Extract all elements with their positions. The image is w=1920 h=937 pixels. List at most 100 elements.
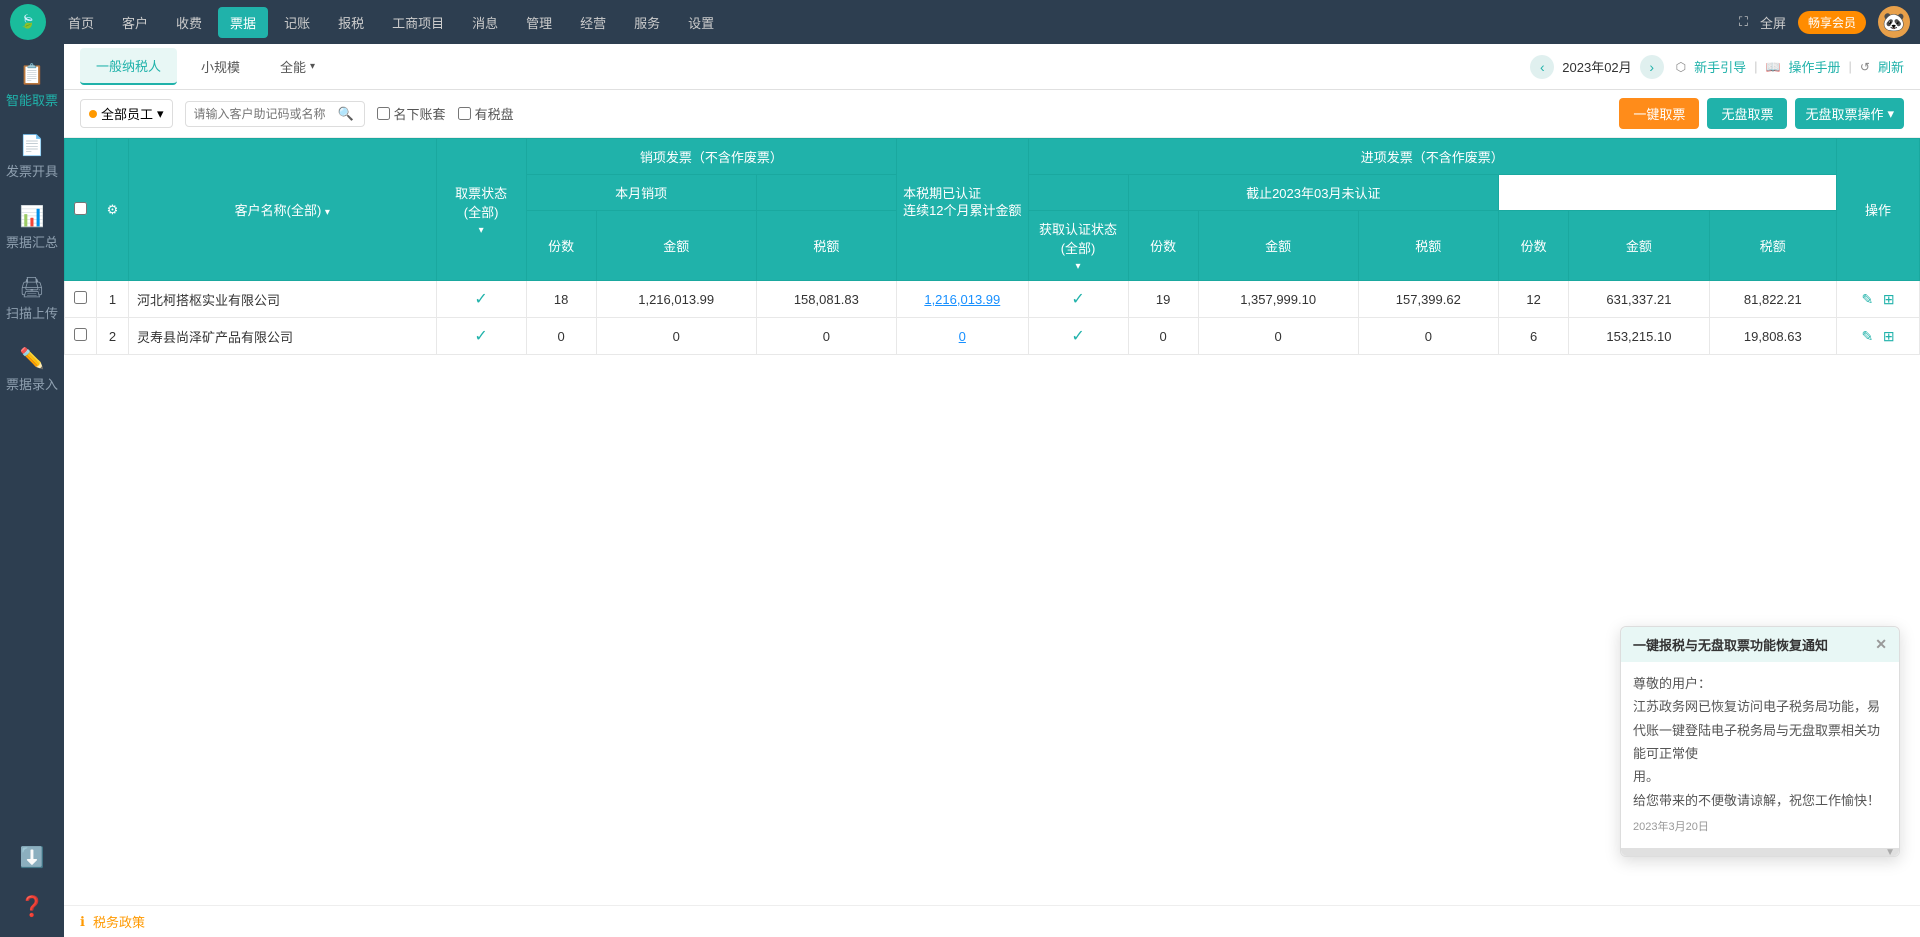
notification-line2: 江苏政务网已恢复访问电子税务局功能，易代账一键登陆电子税务局与无盘取票相关功能可… [1633, 695, 1887, 765]
col-company-header: 客户名称(全部) ▾ [129, 139, 437, 281]
notification-scrollbar[interactable]: ▼ [1621, 848, 1899, 856]
data-entry-icon: ✏️ [20, 346, 45, 371]
sidebar-item-invoice-summary[interactable]: 📊 票据汇总 [0, 196, 64, 259]
sidebar-label-data-entry: 票据录入 [6, 374, 58, 393]
nav-message[interactable]: 消息 [460, 7, 510, 38]
col-cumulative-header: 连续12个月累计金额 [897, 139, 1028, 281]
row2-copy-icon[interactable]: ⊞ [1883, 328, 1895, 344]
select-all-checkbox[interactable] [74, 202, 87, 215]
prev-month-button[interactable]: ‹ [1530, 55, 1554, 79]
taxdisk-checkbox[interactable] [458, 107, 471, 120]
next-month-button[interactable]: › [1640, 55, 1664, 79]
table-row: 2 灵寿县尚泽矿产品有限公司 ✓ 0 0 0 0 ✓ 0 0 0 6 153,2… [65, 318, 1920, 355]
filter-action-buttons: 一键取票 无盘取票 无盘取票操作 ▾ [1619, 98, 1904, 129]
employee-select-label: 全部员工 [101, 104, 153, 123]
no-disk-fetch-button[interactable]: 无盘取票 [1707, 98, 1787, 129]
notification-line4: 给您带来的不便敬请谅解，祝您工作愉快！ [1633, 789, 1887, 812]
nav-operation[interactable]: 经营 [568, 7, 618, 38]
row2-purch-uncert-amount: 153,215.10 [1569, 318, 1709, 355]
sidebar-item-invoice-open[interactable]: 📄 发票开具 [0, 125, 64, 188]
col-purch-cert-count: 份数 [1128, 211, 1198, 281]
help-icon: ❓ [20, 894, 45, 919]
sidebar: 📋 智能取票 📄 发票开具 📊 票据汇总 🖨 扫描上传 ✏️ 票据录入 ⬇️ ❓ [0, 44, 64, 937]
search-input[interactable] [194, 107, 334, 121]
row2-edit-icon[interactable]: ✎ [1861, 328, 1873, 344]
one-click-fetch-button[interactable]: 一键取票 [1619, 98, 1699, 129]
tab-small[interactable]: 小规模 [185, 49, 256, 84]
smart-fetch-icon: 📋 [20, 62, 45, 87]
notification-body: 尊敬的用户： 江苏政务网已恢复访问电子税务局功能，易代账一键登陆电子税务局与无盘… [1621, 662, 1899, 848]
employee-select[interactable]: 全部员工 ▾ [80, 99, 173, 128]
row2-actions: ✎ ⊞ [1837, 318, 1920, 355]
refresh-link[interactable]: 刷新 [1878, 57, 1904, 76]
checkbox-taxdisk[interactable]: 有税盘 [458, 104, 514, 123]
col-purchase-uncert-header: 截止2023年03月未认证 [1128, 175, 1498, 211]
row2-status: ✓ [436, 318, 526, 355]
row2-purch-uncert-count: 6 [1499, 318, 1569, 355]
sidebar-item-smart-fetch[interactable]: 📋 智能取票 [0, 54, 64, 117]
row1-purch-uncert-count: 12 [1499, 281, 1569, 318]
checkbox-taxdisk-label: 有税盘 [475, 104, 514, 123]
tab-all-label: 全能 [280, 57, 306, 76]
tax-policy-icon: ℹ [80, 914, 85, 930]
row2-purch-cert-tax: 0 [1358, 318, 1498, 355]
status-filter-icon[interactable]: ▾ [479, 225, 484, 236]
notification-line3: 用。 [1633, 765, 1887, 788]
account-checkbox[interactable] [377, 107, 390, 120]
sidebar-download[interactable]: ⬇️ [16, 837, 49, 878]
col-status-header: 取票状态(全部) ▾ [436, 139, 526, 281]
fullscreen-icon[interactable]: ⛶ [1739, 14, 1748, 30]
nav-service[interactable]: 服务 [622, 7, 672, 38]
tax-policy-link[interactable]: 税务政策 [93, 912, 145, 931]
purch-status-filter-icon[interactable]: ▾ [1076, 261, 1081, 272]
nav-settings[interactable]: 设置 [676, 7, 726, 38]
tab-all[interactable]: 全能 ▾ [264, 49, 331, 84]
nav-client[interactable]: 客户 [110, 7, 160, 38]
nav-business[interactable]: 工商项目 [380, 7, 456, 38]
tab-general[interactable]: 一般纳税人 [80, 48, 177, 85]
nav-income[interactable]: 收费 [164, 7, 214, 38]
settings-icon[interactable]: ⚙ [107, 202, 119, 217]
row1-edit-icon[interactable]: ✎ [1861, 291, 1873, 307]
new-guide-link[interactable]: 新手引导 [1694, 57, 1746, 76]
nav-manage[interactable]: 管理 [514, 7, 564, 38]
search-wrap: 🔍 [185, 101, 365, 127]
sidebar-help[interactable]: ❓ [16, 886, 49, 927]
manual-link[interactable]: 操作手册 [1789, 57, 1841, 76]
sidebar-item-data-entry[interactable]: ✏️ 票据录入 [0, 338, 64, 401]
company-filter-icon[interactable]: ▾ [325, 207, 330, 218]
row1-checkbox[interactable] [65, 281, 97, 318]
nav-home[interactable]: 首页 [56, 7, 106, 38]
row2-no: 2 [97, 318, 129, 355]
row1-no: 1 [97, 281, 129, 318]
nav-tax[interactable]: 报税 [326, 7, 376, 38]
col-sales-tax: 税额 [756, 211, 896, 281]
row2-checkbox[interactable] [65, 318, 97, 355]
row2-purch-status: ✓ [1028, 318, 1128, 355]
search-icon[interactable]: 🔍 [338, 106, 354, 122]
nav-accounting[interactable]: 记账 [272, 7, 322, 38]
row1-cumulative[interactable]: 1,216,013.99 [897, 281, 1028, 318]
row2-cumulative[interactable]: 0 [897, 318, 1028, 355]
row1-sales-count: 18 [526, 281, 596, 318]
col-purch-status: 获取认证状态(全部) ▾ [1028, 211, 1128, 281]
row1-sales-amount: 1,216,013.99 [596, 281, 756, 318]
table-row: 1 河北柯搭枢实业有限公司 ✓ 18 1,216,013.99 158,081.… [65, 281, 1920, 318]
no-disk-op-button[interactable]: 无盘取票操作 ▾ [1795, 98, 1904, 129]
vip-button[interactable]: 畅享会员 [1798, 11, 1866, 34]
sidebar-bottom: ⬇️ ❓ [16, 837, 49, 927]
notification-popup: 一键报税与无盘取票功能恢复通知 ✕ 尊敬的用户： 江苏政务网已恢复访问电子税务局… [1620, 626, 1900, 857]
row1-copy-icon[interactable]: ⊞ [1883, 291, 1895, 307]
nav-invoice[interactable]: 票据 [218, 7, 268, 38]
col-sales-count: 份数 [526, 211, 596, 281]
fullscreen-label[interactable]: 全屏 [1760, 13, 1786, 32]
checkbox-account[interactable]: 名下账套 [377, 104, 446, 123]
sidebar-item-scan-upload[interactable]: 🖨 扫描上传 [0, 267, 64, 330]
select-dot [89, 110, 97, 118]
employee-select-dropdown-icon: ▾ [157, 106, 164, 122]
status-check-icon: ✓ [474, 291, 487, 308]
no-disk-op-label: 无盘取票操作 [1805, 104, 1883, 123]
notification-close-button[interactable]: ✕ [1875, 636, 1887, 653]
avatar[interactable]: 🐼 [1878, 6, 1910, 38]
row1-company: 河北柯搭枢实业有限公司 [129, 281, 437, 318]
